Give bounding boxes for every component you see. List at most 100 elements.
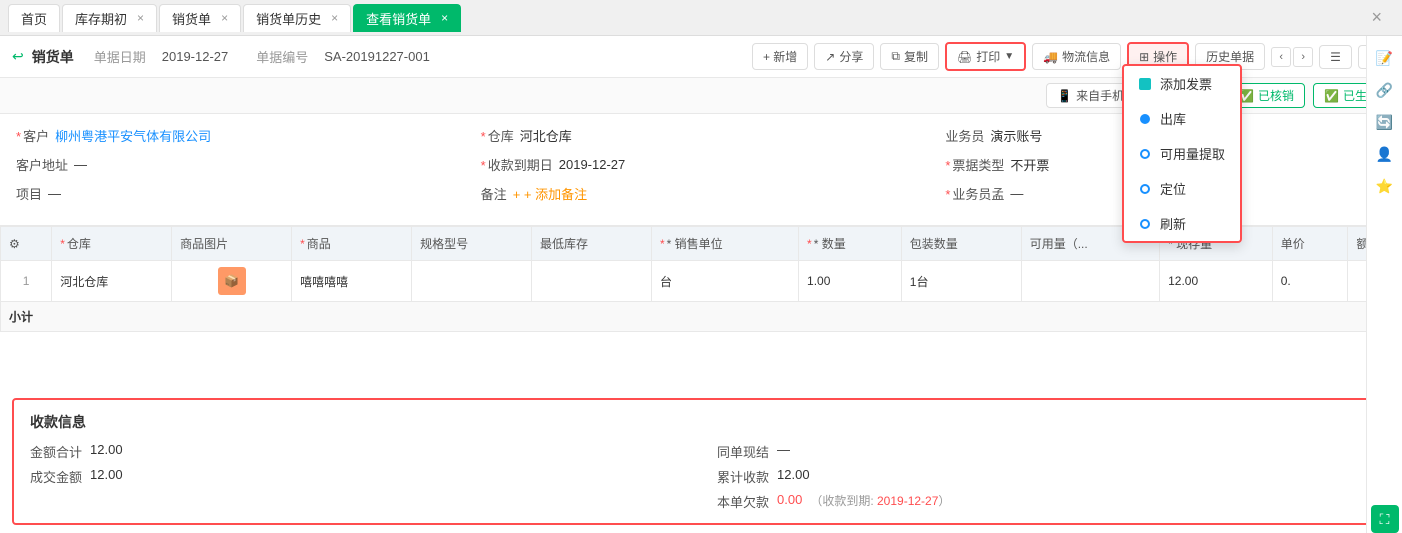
sidebar-refresh-icon[interactable]: 🔄 — [1371, 108, 1399, 136]
add-invoice-icon — [1138, 77, 1152, 91]
circle-outline-icon-3 — [1140, 219, 1150, 229]
row-pack-qty: 1台 — [901, 261, 1021, 302]
remark-add-label: + 添加备注 — [524, 187, 587, 202]
tab-inventory-label: 库存期初 — [75, 9, 127, 28]
tab-inventory[interactable]: 库存期初 × — [62, 4, 157, 32]
history-label: 历史单据 — [1206, 48, 1254, 65]
row-min-stock — [532, 261, 652, 302]
subtotal-label: 小计 — [1, 302, 1402, 332]
row-price: 0. — [1272, 261, 1348, 302]
remark-label: 备注 — [481, 184, 507, 203]
circle-outline-icon-1 — [1140, 149, 1150, 159]
sidebar-expand-icon[interactable]: ⛶ — [1371, 505, 1399, 533]
add-invoice-item[interactable]: 添加发票 — [1124, 66, 1240, 101]
staff-value: 演示账号 — [990, 126, 1042, 145]
share-icon: ↗ — [825, 50, 835, 64]
window-close-button[interactable]: × — [1359, 7, 1394, 28]
col-pack-qty: 包装数量 — [901, 227, 1021, 261]
row-unit: 台 — [651, 261, 798, 302]
owe-label: 本单欠款 — [717, 492, 769, 511]
outbound-item[interactable]: 出库 — [1124, 101, 1240, 136]
locate-label: 定位 — [1160, 179, 1186, 198]
customer-field: 客户 柳州粤港平安气体有限公司 — [16, 126, 457, 145]
operate-grid-icon: ⊞ — [1139, 50, 1149, 64]
due-date-value: 2019-12-27 — [877, 494, 938, 508]
tab-sales-history-close[interactable]: × — [331, 11, 338, 25]
same-order-label: 同单现结 — [717, 442, 769, 461]
outbound-icon — [1138, 112, 1152, 126]
new-button[interactable]: + 新增 — [752, 43, 808, 70]
summary-title: 收款信息 — [30, 412, 1372, 432]
project-value: — — [48, 186, 61, 201]
deal-amount-item: 成交金额 12.00 — [30, 467, 685, 486]
next-arrow[interactable]: › — [1293, 47, 1313, 67]
salesperson-value: — — [1010, 186, 1023, 201]
locate-icon — [1138, 182, 1152, 196]
table-area: ⚙ 仓库 商品图片 商品 规格型号 最低库存 * 销售单位 * 数量 包装数量 … — [0, 226, 1402, 390]
logistics-button[interactable]: 🚚 物流信息 — [1032, 43, 1121, 70]
row-product: 嘻嘻嘻嘻 — [292, 261, 412, 302]
sidebar-link-icon[interactable]: 🔗 — [1371, 76, 1399, 104]
copy-label: 复制 — [904, 48, 928, 65]
warehouse-field: 仓库 河北仓库 — [481, 126, 922, 145]
tab-sales[interactable]: 销货单 × — [159, 4, 241, 32]
effective-icon: ✅ — [1324, 89, 1339, 103]
list-view-button[interactable]: ☰ — [1319, 45, 1352, 69]
row-spec — [412, 261, 532, 302]
available-extract-label: 可用量提取 — [1160, 144, 1225, 163]
print-button[interactable]: 🖨 打印 ▼ — [945, 42, 1026, 71]
summary-grid: 金额合计 12.00 同单现结 — 成交金额 12.00 累计收款 12.00 … — [30, 442, 1372, 511]
print-arrow: ▼ — [1004, 51, 1014, 62]
due-note: （收款到期: 2019-12-27） — [810, 492, 950, 511]
right-sidebar: 📝 🔗 🔄 👤 ⭐ ⛶ — [1366, 36, 1402, 533]
cumulative-item: 累计收款 12.00 — [717, 467, 1372, 486]
tab-view-sales[interactable]: 查看销货单 × — [353, 4, 461, 32]
total-value: 12.00 — [90, 442, 123, 461]
customer-value[interactable]: 柳州粤港平安气体有限公司 — [55, 126, 211, 145]
tab-home[interactable]: 首页 — [8, 4, 60, 32]
subtotal-row: 小计 — [1, 302, 1402, 332]
cumulative-label: 累计收款 — [717, 467, 769, 486]
outbound-label: 出库 — [1160, 109, 1186, 128]
refresh-menu-icon — [1138, 217, 1152, 231]
refresh-item[interactable]: 刷新 — [1124, 206, 1240, 241]
mobile-icon: 📱 — [1057, 89, 1072, 103]
cumulative-value: 12.00 — [777, 467, 810, 486]
summary-area: 收款信息 金额合计 12.00 同单现结 — 成交金额 12.00 累计收款 1… — [12, 398, 1390, 525]
logistics-label: 物流信息 — [1062, 48, 1110, 65]
tab-view-sales-close[interactable]: × — [441, 11, 448, 25]
logistics-icon: 🚚 — [1043, 50, 1058, 64]
share-button[interactable]: ↗ 分享 — [814, 43, 874, 70]
project-field: 项目 — — [16, 184, 457, 203]
col-spec: 规格型号 — [412, 227, 532, 261]
date-value: 2019-12-27 — [162, 49, 229, 64]
sidebar-user-icon[interactable]: 👤 — [1371, 140, 1399, 168]
col-settings[interactable]: ⚙ — [1, 227, 52, 261]
tab-sales-history[interactable]: 销货单历史 × — [243, 4, 351, 32]
same-order-item: 同单现结 — — [717, 442, 1372, 461]
remark-field: 备注 + + 添加备注 — [481, 184, 922, 203]
row-num: 1 — [1, 261, 52, 302]
tab-inventory-close[interactable]: × — [137, 11, 144, 25]
share-label: 分享 — [839, 48, 863, 65]
remark-add[interactable]: + + 添加备注 — [513, 184, 587, 203]
prev-arrow[interactable]: ‹ — [1271, 47, 1291, 67]
col-unit: * 销售单位 — [651, 227, 798, 261]
tab-sales-label: 销货单 — [172, 9, 211, 28]
col-warehouse: 仓库 — [52, 227, 172, 261]
doc-icon: ↩ — [12, 48, 24, 65]
locate-item[interactable]: 定位 — [1124, 171, 1240, 206]
sidebar-edit-icon[interactable]: 📝 — [1371, 44, 1399, 72]
available-extract-item[interactable]: 可用量提取 — [1124, 136, 1240, 171]
sidebar-star-icon[interactable]: ⭐ — [1371, 172, 1399, 200]
project-label: 项目 — [16, 184, 42, 203]
owe-item: 本单欠款 0.00 （收款到期: 2019-12-27） — [717, 492, 1372, 511]
print-label: 打印 — [976, 48, 1000, 65]
ticket-type-label: 票据类型 — [945, 155, 1004, 174]
ticket-type-value: 不开票 — [1010, 155, 1049, 174]
doc-title: 销货单 — [32, 47, 74, 67]
row-available — [1021, 261, 1159, 302]
tab-sales-close[interactable]: × — [221, 11, 228, 25]
col-min-stock: 最低库存 — [532, 227, 652, 261]
copy-button[interactable]: ⧉ 复制 — [880, 43, 939, 70]
